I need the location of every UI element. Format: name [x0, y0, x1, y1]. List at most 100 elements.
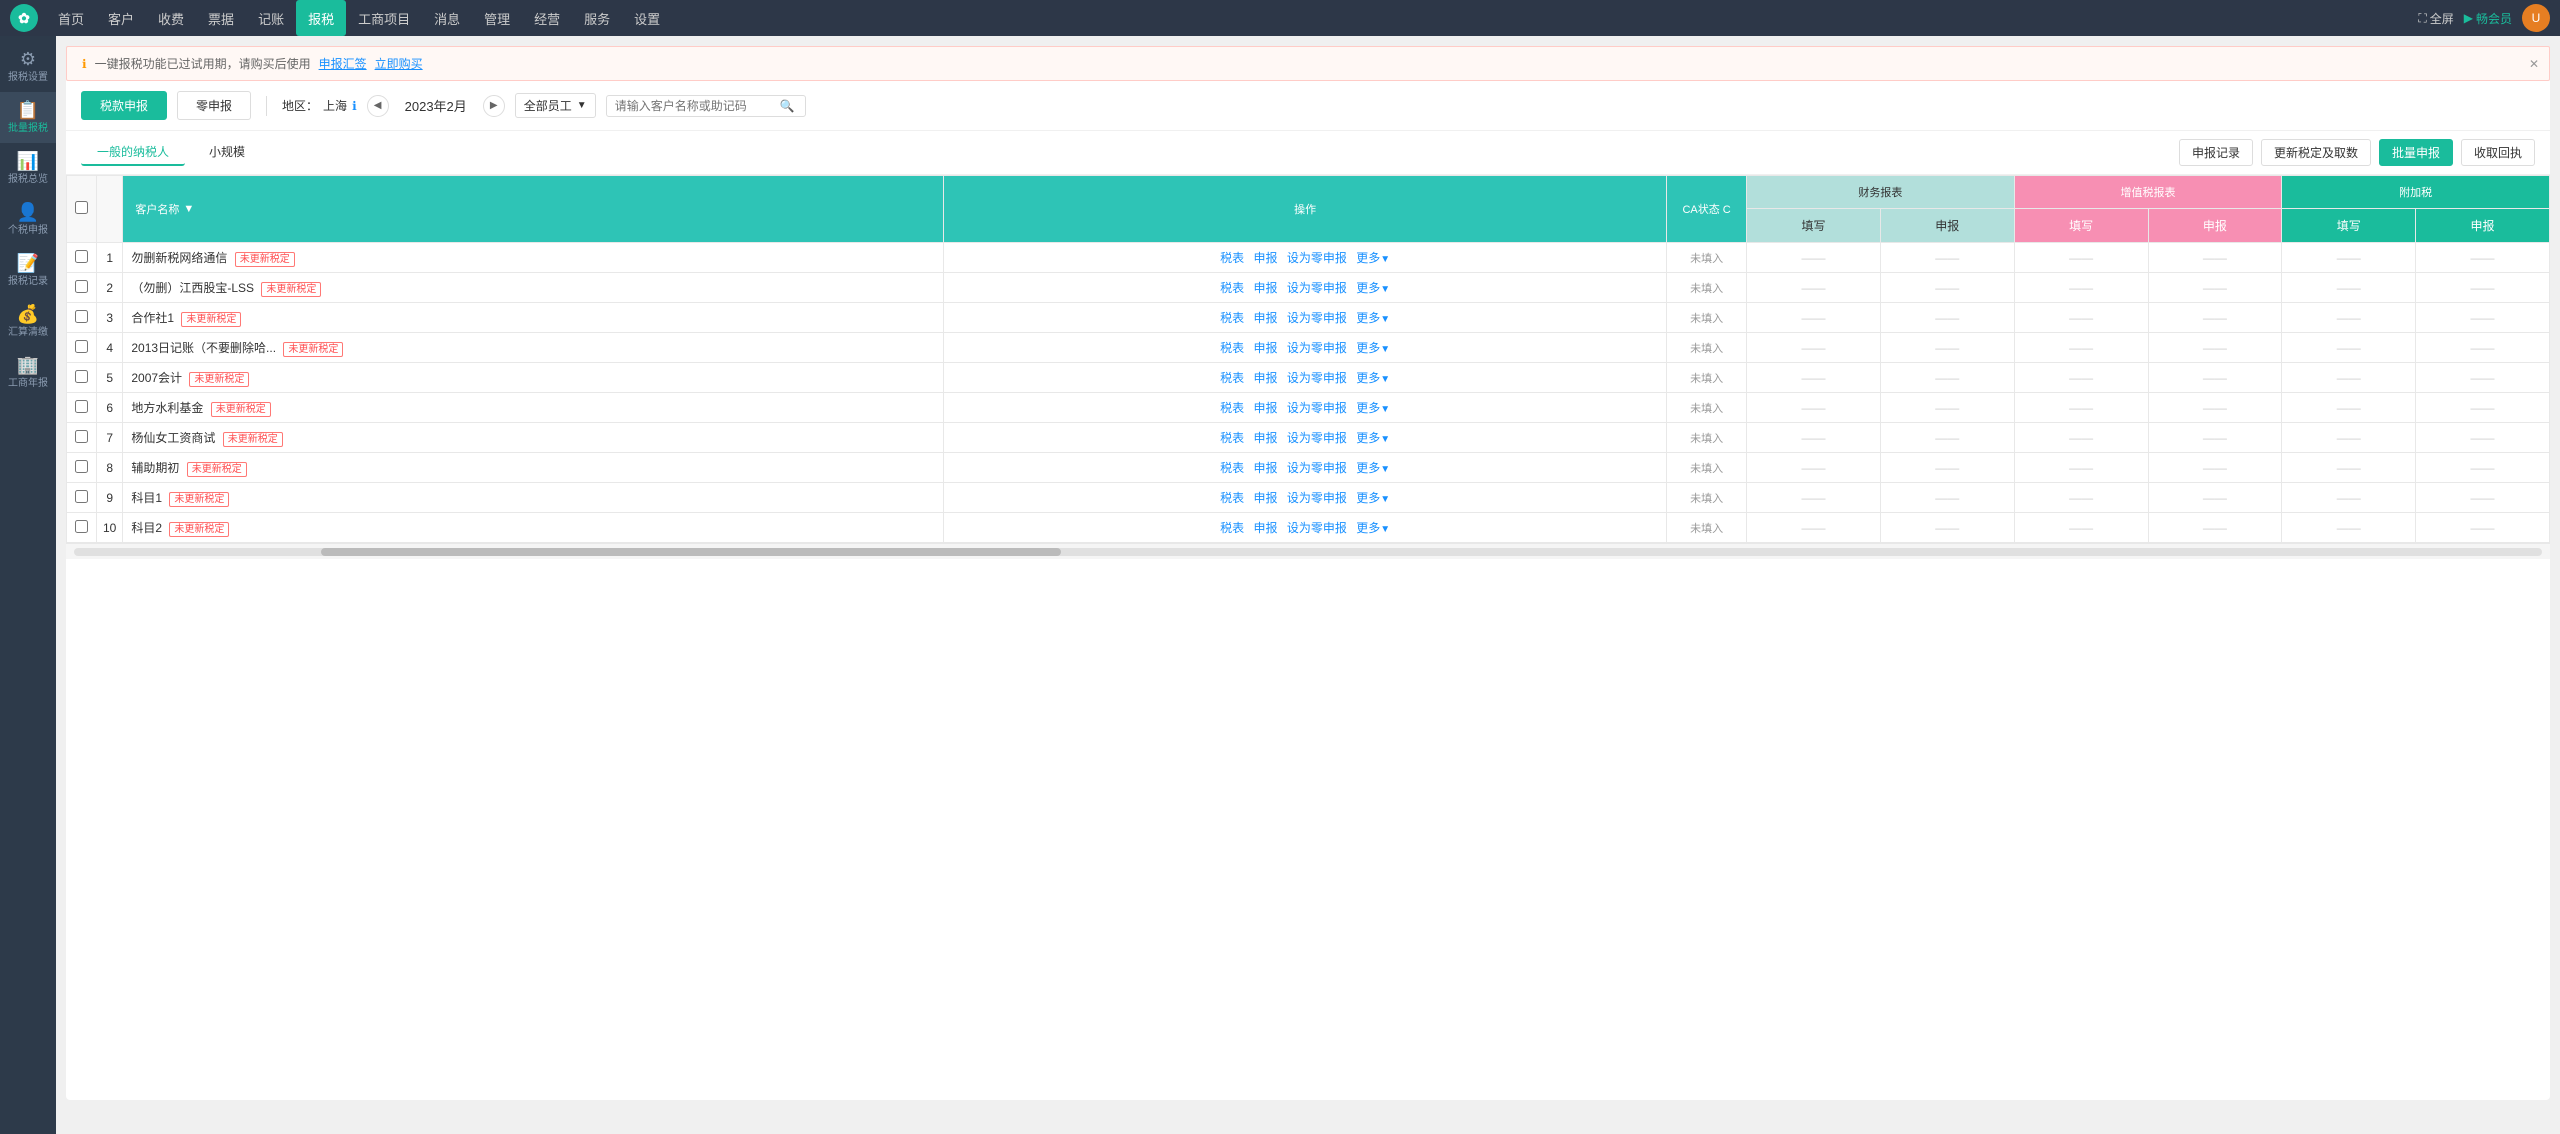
row-tax-fill: ——	[2014, 243, 2148, 273]
nav-item-customer[interactable]: 客户	[96, 0, 146, 36]
op-more-link[interactable]: 更多▼	[1356, 461, 1390, 475]
op-declare-link[interactable]: 申报	[1253, 431, 1277, 445]
nav-item-bookkeeping[interactable]: 记账	[246, 0, 296, 36]
row-checkbox[interactable]	[75, 310, 88, 323]
op-zero-declare-link[interactable]: 设为零申报	[1287, 251, 1347, 265]
sidebar-item-tax-record[interactable]: 📝 报税记录	[0, 245, 56, 296]
op-declare-link[interactable]: 申报	[1253, 401, 1277, 415]
row-tax-fill: ——	[2014, 303, 2148, 333]
row-checkbox[interactable]	[75, 430, 88, 443]
row-ca-status: 未填入	[1667, 303, 1747, 333]
table-row: 1 勿删新税网络通信 未更新税定 税表 申报 设为零申报 更多▼ 未填入 —— …	[67, 243, 2550, 273]
nav-item-management[interactable]: 管理	[472, 0, 522, 36]
op-declare-link[interactable]: 申报	[1253, 251, 1277, 265]
op-tax-form-link[interactable]: 税表	[1220, 491, 1244, 505]
fullscreen-button[interactable]: ⛶ 全屏	[2418, 10, 2453, 27]
nav-item-settings[interactable]: 设置	[622, 0, 672, 36]
tab-small-scale[interactable]: 小规模	[193, 139, 261, 166]
op-more-link[interactable]: 更多▼	[1356, 341, 1390, 355]
op-declare-link[interactable]: 申报	[1253, 311, 1277, 325]
tag-unconfirmed: 未更新税定	[189, 372, 249, 387]
op-more-link[interactable]: 更多▼	[1356, 251, 1390, 265]
retrieve-receipt-button[interactable]: 收取回执	[2461, 139, 2535, 166]
nav-item-industrial[interactable]: 工商项目	[346, 0, 422, 36]
row-tax-submit: ——	[2148, 333, 2282, 363]
op-tax-form-link[interactable]: 税表	[1220, 341, 1244, 355]
op-more-link[interactable]: 更多▼	[1356, 401, 1390, 415]
nav-item-operation[interactable]: 经营	[522, 0, 572, 36]
nav-item-home[interactable]: 首页	[46, 0, 96, 36]
next-period-button[interactable]: ▶	[483, 95, 505, 117]
sidebar-item-tax-overview[interactable]: 📊 报税总览	[0, 143, 56, 194]
op-more-link[interactable]: 更多▼	[1356, 491, 1390, 505]
op-more-link[interactable]: 更多▼	[1356, 521, 1390, 535]
op-declare-link[interactable]: 申报	[1253, 371, 1277, 385]
op-zero-declare-link[interactable]: 设为零申报	[1287, 281, 1347, 295]
op-declare-link[interactable]: 申报	[1253, 491, 1277, 505]
op-more-link[interactable]: 更多▼	[1356, 281, 1390, 295]
op-tax-form-link[interactable]: 税表	[1220, 461, 1244, 475]
op-declare-link[interactable]: 申报	[1253, 281, 1277, 295]
op-tax-form-link[interactable]: 税表	[1220, 251, 1244, 265]
tab-zero-declaration[interactable]: 零申报	[177, 91, 251, 120]
select-all-checkbox[interactable]	[75, 201, 88, 214]
row-checkbox[interactable]	[75, 490, 88, 503]
row-checkbox[interactable]	[75, 340, 88, 353]
banner-link-buy[interactable]: 立即购买	[375, 55, 423, 72]
vip-button[interactable]: ▶ 畅会员	[2464, 10, 2512, 27]
search-icon[interactable]: 🔍	[780, 99, 795, 113]
employee-selector[interactable]: 全部员工 ▼	[515, 93, 596, 118]
op-more-link[interactable]: 更多▼	[1356, 311, 1390, 325]
batch-declare-button[interactable]: 批量申报	[2379, 139, 2453, 166]
sidebar-item-annual-settlement[interactable]: 💰 汇算清缴	[0, 296, 56, 347]
op-zero-declare-link[interactable]: 设为零申报	[1287, 491, 1347, 505]
op-tax-form-link[interactable]: 税表	[1220, 521, 1244, 535]
op-declare-link[interactable]: 申报	[1253, 521, 1277, 535]
sidebar-item-tax-settings[interactable]: ⚙ 报税设置	[0, 41, 56, 92]
op-zero-declare-link[interactable]: 设为零申报	[1287, 371, 1347, 385]
region-info-icon[interactable]: ℹ	[352, 99, 357, 113]
sidebar-item-personal-tax[interactable]: 👤 个税申报	[0, 194, 56, 245]
op-declare-link[interactable]: 申报	[1253, 341, 1277, 355]
tab-general-taxpayer[interactable]: 一般的纳税人	[81, 139, 185, 166]
op-zero-declare-link[interactable]: 设为零申报	[1287, 521, 1347, 535]
row-checkbox[interactable]	[75, 520, 88, 533]
tab-tax-declaration[interactable]: 税款申报	[81, 91, 167, 120]
row-checkbox[interactable]	[75, 370, 88, 383]
op-tax-form-link[interactable]: 税表	[1220, 311, 1244, 325]
row-checkbox[interactable]	[75, 250, 88, 263]
search-input[interactable]	[615, 99, 775, 113]
op-tax-form-link[interactable]: 税表	[1220, 431, 1244, 445]
op-zero-declare-link[interactable]: 设为零申报	[1287, 341, 1347, 355]
op-zero-declare-link[interactable]: 设为零申报	[1287, 311, 1347, 325]
op-declare-link[interactable]: 申报	[1253, 461, 1277, 475]
prev-period-button[interactable]: ◀	[367, 95, 389, 117]
row-checkbox[interactable]	[75, 400, 88, 413]
op-tax-form-link[interactable]: 税表	[1220, 281, 1244, 295]
user-avatar[interactable]: U	[2522, 4, 2550, 32]
banner-close-icon[interactable]: ✕	[2529, 57, 2539, 71]
op-tax-form-link[interactable]: 税表	[1220, 401, 1244, 415]
row-checkbox[interactable]	[75, 460, 88, 473]
nav-item-message[interactable]: 消息	[422, 0, 472, 36]
op-more-link[interactable]: 更多▼	[1356, 371, 1390, 385]
sort-icon[interactable]: ▼	[183, 203, 194, 215]
op-more-link[interactable]: 更多▼	[1356, 431, 1390, 445]
banner-link-report[interactable]: 申报汇签	[319, 55, 367, 72]
horizontal-scrollbar[interactable]	[66, 543, 2550, 559]
op-zero-declare-link[interactable]: 设为零申报	[1287, 401, 1347, 415]
nav-item-tax[interactable]: 报税	[296, 0, 346, 36]
sidebar: ⚙ 报税设置 📋 批量报税 📊 报税总览 👤 个税申报 📝 报税记录 💰 汇算清…	[0, 36, 56, 1134]
row-tax-submit: ——	[2148, 243, 2282, 273]
op-zero-declare-link[interactable]: 设为零申报	[1287, 431, 1347, 445]
nav-item-service[interactable]: 服务	[572, 0, 622, 36]
op-zero-declare-link[interactable]: 设为零申报	[1287, 461, 1347, 475]
op-tax-form-link[interactable]: 税表	[1220, 371, 1244, 385]
sidebar-item-batch-tax[interactable]: 📋 批量报税	[0, 92, 56, 143]
sidebar-item-annual-report[interactable]: 🏢 工商年报	[0, 347, 56, 398]
nav-item-billing[interactable]: 收费	[146, 0, 196, 36]
update-tax-data-button[interactable]: 更新税定及取数	[2261, 139, 2371, 166]
declaration-record-button[interactable]: 申报记录	[2179, 139, 2253, 166]
row-checkbox[interactable]	[75, 280, 88, 293]
nav-item-invoice[interactable]: 票据	[196, 0, 246, 36]
